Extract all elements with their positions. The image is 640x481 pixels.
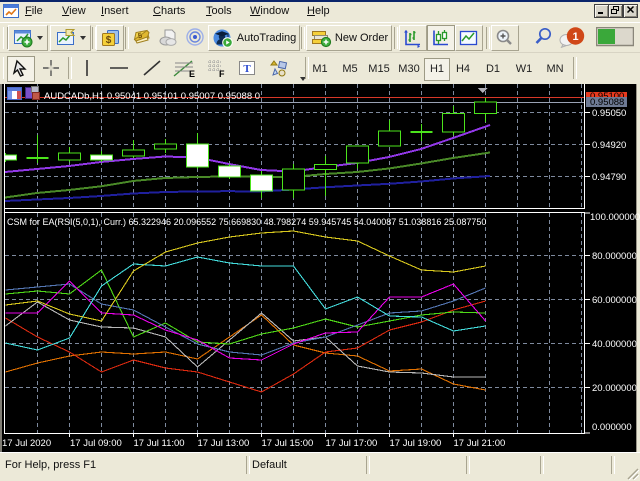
svg-text:1: 1 <box>572 31 578 43</box>
svg-text:17 Jul 19:00: 17 Jul 19:00 <box>390 438 442 449</box>
svg-text:F: F <box>219 69 225 79</box>
svg-text:60.000000: 60.000000 <box>592 295 637 306</box>
svg-text:40.000000: 40.000000 <box>592 339 637 350</box>
svg-text:$: $ <box>106 35 112 46</box>
svg-text:17 Jul 21:00: 17 Jul 21:00 <box>454 438 506 449</box>
svg-text:17 Jul 2020: 17 Jul 2020 <box>2 438 51 449</box>
svg-text:17 Jul 15:00: 17 Jul 15:00 <box>262 438 314 449</box>
svg-text:0.94920: 0.94920 <box>592 140 626 151</box>
svg-text:17 Jul 11:00: 17 Jul 11:00 <box>134 438 185 449</box>
svg-text:T: T <box>243 63 251 75</box>
svg-text:0.95088: 0.95088 <box>590 97 624 108</box>
svg-text:17 Jul 17:00: 17 Jul 17:00 <box>326 438 378 449</box>
svg-text:17 Jul 09:00: 17 Jul 09:00 <box>70 438 122 449</box>
svg-text:0.95050: 0.95050 <box>592 108 626 119</box>
svg-text:17 Jul 13:00: 17 Jul 13:00 <box>198 438 250 449</box>
svg-text:0.94790: 0.94790 <box>592 172 626 183</box>
svg-text:100.000000: 100.000000 <box>590 212 640 223</box>
svg-text:80.000000: 80.000000 <box>592 251 637 262</box>
svg-text:0.000000: 0.000000 <box>592 422 632 433</box>
svg-text:AUDCADb,H1 0.95041 0.95101 0.: AUDCADb,H1 0.95041 0.95101 0.95007 0.950… <box>44 91 260 102</box>
svg-text:E: E <box>189 69 195 79</box>
svg-text:20.000000: 20.000000 <box>592 383 637 394</box>
svg-text:CSM for EA(RSI(5,0,1), Curr.): CSM for EA(RSI(5,0,1), Curr.) 65.322946 … <box>7 217 486 227</box>
